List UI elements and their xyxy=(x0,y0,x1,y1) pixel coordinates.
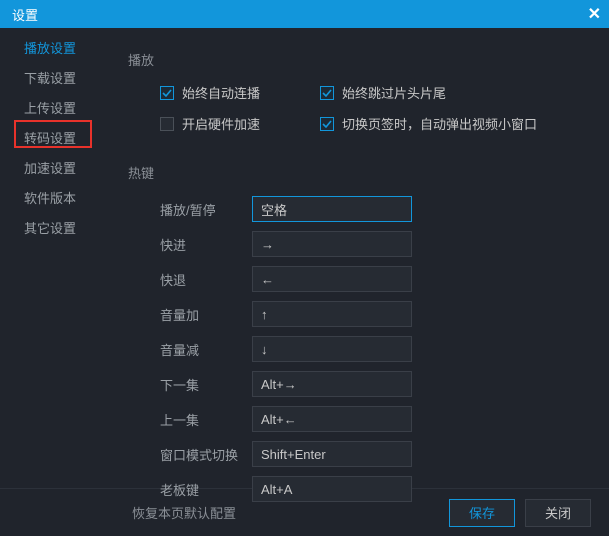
hotkey-rows: 播放/暂停快进快退音量加音量减下一集上一集窗口模式切换老板键 xyxy=(160,196,587,502)
sidebar-item-0[interactable]: 播放设置 xyxy=(0,34,106,64)
sidebar-item-6[interactable]: 其它设置 xyxy=(0,214,106,244)
check-icon xyxy=(160,117,174,131)
check-icon xyxy=(160,86,174,100)
restore-defaults-link[interactable]: 恢复本页默认配置 xyxy=(132,503,236,522)
hotkey-label: 下一集 xyxy=(160,375,252,394)
hotkey-input[interactable] xyxy=(252,406,412,432)
check-icon xyxy=(320,86,334,100)
content: 播放 始终自动连播 始终跳过片头片尾 开启硬件加速 切换页签时，自动弹出视频小窗… xyxy=(106,28,609,488)
hotkey-row: 窗口模式切换 xyxy=(160,441,587,467)
section-hotkeys-title: 热键 xyxy=(128,163,587,182)
hotkey-label: 快退 xyxy=(160,270,252,289)
hotkey-input[interactable] xyxy=(252,196,412,222)
hotkey-input[interactable] xyxy=(252,231,412,257)
sidebar-item-5[interactable]: 软件版本 xyxy=(0,184,106,214)
hotkey-row: 下一集 xyxy=(160,371,587,397)
save-button[interactable]: 保存 xyxy=(449,499,515,527)
hotkey-row: 播放/暂停 xyxy=(160,196,587,222)
hotkey-row: 老板键 xyxy=(160,476,587,502)
checkbox-label: 始终跳过片头片尾 xyxy=(342,83,446,102)
sidebar-item-1[interactable]: 下载设置 xyxy=(0,64,106,94)
hotkey-label: 窗口模式切换 xyxy=(160,445,252,464)
titlebar: 设置 ✕ xyxy=(0,0,609,28)
close-icon[interactable]: ✕ xyxy=(588,4,601,24)
footer-buttons: 保存 关闭 xyxy=(449,499,591,527)
checkbox-label: 切换页签时，自动弹出视频小窗口 xyxy=(342,114,537,133)
hotkey-row: 上一集 xyxy=(160,406,587,432)
section-playback-title: 播放 xyxy=(128,50,587,69)
check-row-2: 开启硬件加速 切换页签时，自动弹出视频小窗口 xyxy=(160,114,587,133)
body: 播放设置下载设置上传设置转码设置加速设置软件版本其它设置 播放 始终自动连播 始… xyxy=(0,28,609,488)
hotkey-label: 音量减 xyxy=(160,340,252,359)
checkbox-label: 开启硬件加速 xyxy=(182,114,260,133)
sidebar-item-4[interactable]: 加速设置 xyxy=(0,154,106,184)
hotkey-input[interactable] xyxy=(252,476,412,502)
hotkey-label: 老板键 xyxy=(160,480,252,499)
hotkey-row: 快进 xyxy=(160,231,587,257)
sidebar-item-2[interactable]: 上传设置 xyxy=(0,94,106,124)
hotkey-input[interactable] xyxy=(252,441,412,467)
window-title: 设置 xyxy=(12,5,38,24)
hotkey-row: 音量减 xyxy=(160,336,587,362)
hotkey-label: 播放/暂停 xyxy=(160,200,252,219)
close-button[interactable]: 关闭 xyxy=(525,499,591,527)
sidebar: 播放设置下载设置上传设置转码设置加速设置软件版本其它设置 xyxy=(0,28,106,488)
hotkey-row: 快退 xyxy=(160,266,587,292)
checkbox-skip-head-tail[interactable]: 始终跳过片头片尾 xyxy=(320,83,446,102)
sidebar-item-3[interactable]: 转码设置 xyxy=(0,124,106,154)
hotkey-row: 音量加 xyxy=(160,301,587,327)
check-icon xyxy=(320,117,334,131)
hotkey-input[interactable] xyxy=(252,266,412,292)
checkbox-popup-tab[interactable]: 切换页签时，自动弹出视频小窗口 xyxy=(320,114,537,133)
hotkey-input[interactable] xyxy=(252,371,412,397)
hotkey-label: 快进 xyxy=(160,235,252,254)
check-row-1: 始终自动连播 始终跳过片头片尾 xyxy=(160,83,587,102)
checkbox-hw-accel[interactable]: 开启硬件加速 xyxy=(160,114,260,133)
checkbox-auto-continue[interactable]: 始终自动连播 xyxy=(160,83,260,102)
hotkey-label: 音量加 xyxy=(160,305,252,324)
hotkey-label: 上一集 xyxy=(160,410,252,429)
hotkey-input[interactable] xyxy=(252,301,412,327)
checkbox-label: 始终自动连播 xyxy=(182,83,260,102)
hotkey-input[interactable] xyxy=(252,336,412,362)
